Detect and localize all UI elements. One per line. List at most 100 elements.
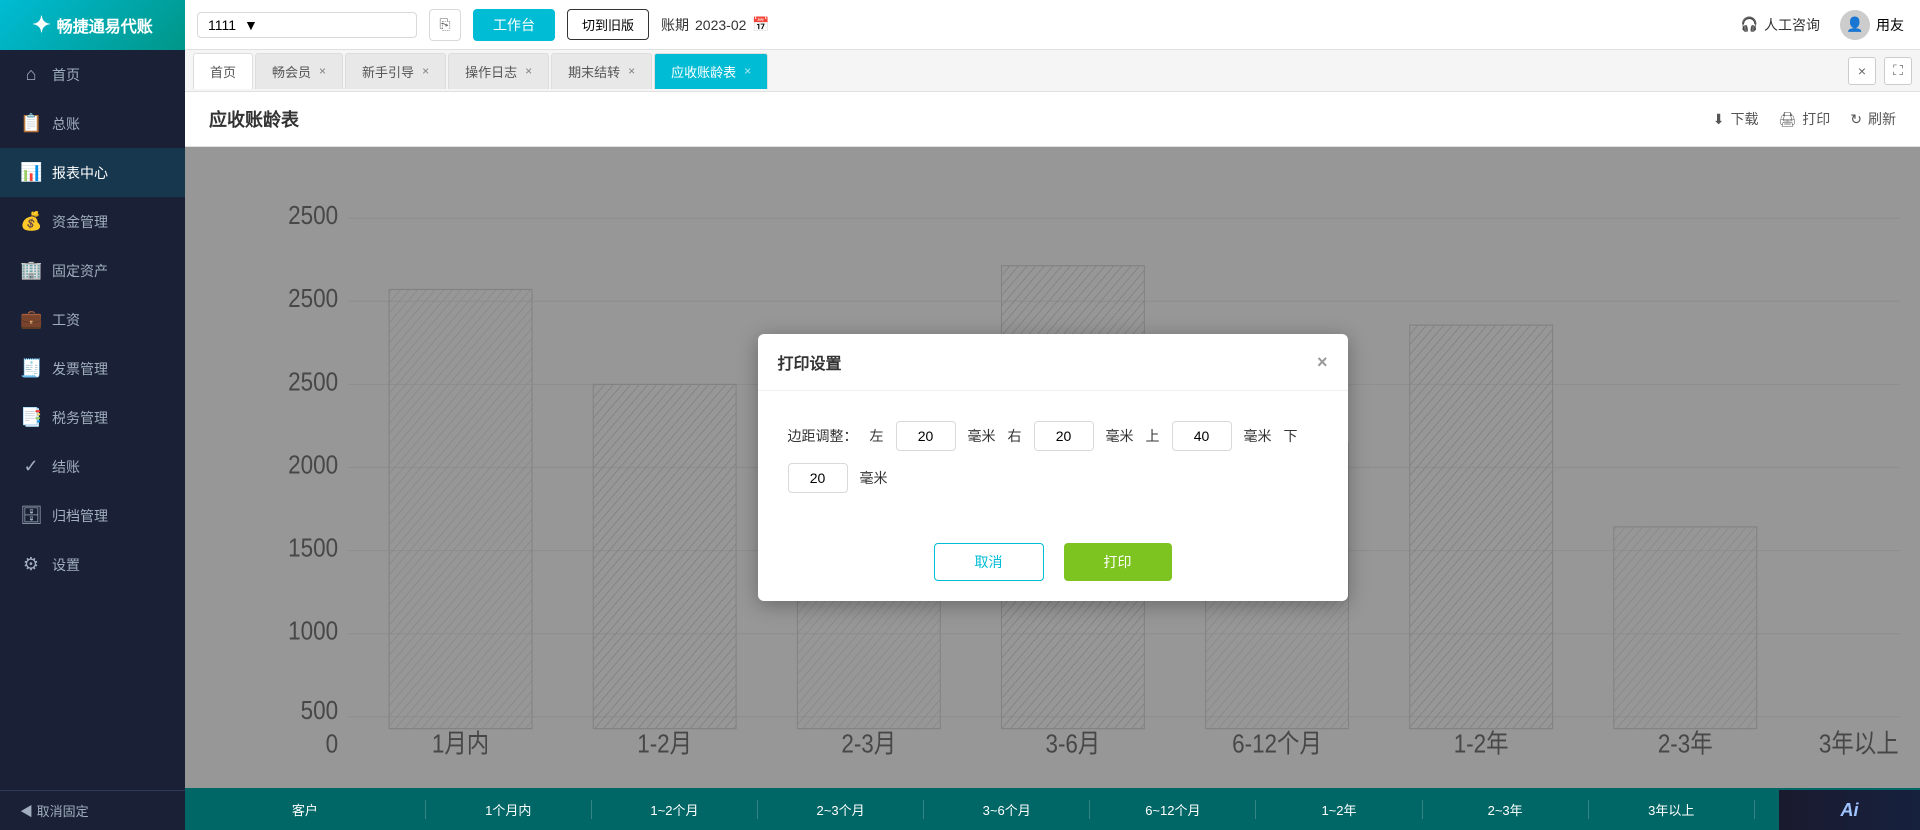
company-name: 1111: [208, 17, 236, 33]
page-title: 应收账龄表: [209, 106, 299, 132]
top-dir-label: 上: [1146, 426, 1160, 446]
tab-oplog[interactable]: 操作日志×: [448, 53, 549, 89]
sidebar-label-reports: 报表中心: [52, 163, 108, 183]
top-margin-input[interactable]: [1172, 421, 1232, 451]
sidebar-icon-funds: 💰: [20, 211, 42, 232]
print-button[interactable]: 🖨 打印: [1778, 109, 1830, 129]
bottom-dir-label: 下: [1284, 426, 1298, 446]
dropdown-icon: ▼: [244, 17, 258, 33]
right-margin-input[interactable]: [1034, 421, 1094, 451]
page-actions: ⬇ 下载 🖨 打印 ↻ 刷新: [1713, 109, 1896, 129]
cancel-button[interactable]: 取消: [934, 543, 1044, 581]
sidebar-icon-home: ⌂: [20, 64, 42, 85]
tab-guide[interactable]: 新手引导×: [345, 53, 446, 89]
tab-label-period_close: 期末结转: [568, 62, 620, 81]
copy-button[interactable]: ⎘: [429, 9, 461, 41]
sidebar-icon-ledger: 📋: [20, 113, 42, 134]
sidebar-icon-checkout: ✓: [20, 456, 42, 477]
ai-label: Ai: [1841, 800, 1859, 821]
dialog-header: 打印设置 ×: [758, 334, 1348, 391]
workbench-button[interactable]: 工作台: [473, 9, 555, 41]
copy-icon: ⎘: [439, 16, 450, 33]
refresh-button[interactable]: ↻ 刷新: [1850, 109, 1896, 129]
sidebar-icon-tax: 📑: [20, 407, 42, 428]
period-calendar-icon[interactable]: 📅: [752, 16, 769, 33]
logo-icon: ✦: [32, 12, 50, 38]
sidebar-icon-salary: 💼: [20, 309, 42, 330]
tab-member[interactable]: 畅会员 ×: [255, 53, 343, 89]
sidebar-item-settings[interactable]: ⚙ 设置: [0, 540, 185, 589]
th-1m: 1个月内: [426, 800, 592, 819]
tab-home[interactable]: 首页: [193, 53, 253, 89]
avatar: 👤: [1840, 10, 1870, 40]
th-customer: 客户: [185, 800, 426, 819]
dialog-close-button[interactable]: ×: [1317, 352, 1328, 373]
headset-icon: 🎧: [1741, 16, 1758, 33]
bottom-margin-input[interactable]: [788, 463, 848, 493]
right-dir-label: 右: [1008, 426, 1022, 446]
consult-button[interactable]: 🎧 人工咨询: [1741, 15, 1820, 35]
sidebar-scroll: ⌂ 首页 📋 总账 📊 报表中心 💰 资金管理 🏢 固定资产 💼 工资 🧾 发票…: [0, 50, 185, 790]
sidebar-item-ledger[interactable]: 📋 总账: [0, 99, 185, 148]
tab-close-button[interactable]: ×: [1848, 57, 1876, 85]
company-selector[interactable]: 1111 ▼: [197, 12, 417, 38]
sidebar-label-archive: 归档管理: [52, 506, 108, 526]
tab-label-member: 畅会员: [272, 62, 311, 81]
th-6-12m: 6~12个月: [1090, 800, 1256, 819]
sidebar-collapse-button[interactable]: ◀ 取消固定: [0, 790, 185, 830]
tab-period_close[interactable]: 期末结转 ×: [551, 53, 652, 89]
th-2-3y: 2~3年: [1423, 800, 1589, 819]
sidebar-label-tax: 税务管理: [52, 408, 108, 428]
page-content: 应收账龄表 ⬇ 下载 🖨 打印 ↻ 刷新: [185, 92, 1920, 830]
sidebar-item-salary[interactable]: 💼 工资: [0, 295, 185, 344]
sidebar-item-assets[interactable]: 🏢 固定资产: [0, 246, 185, 295]
dialog-footer: 取消 打印: [758, 523, 1348, 601]
sidebar-label-salary: 工资: [52, 310, 80, 330]
sidebar-item-checkout[interactable]: ✓ 结账: [0, 442, 185, 491]
sidebar-item-tax[interactable]: 📑 税务管理: [0, 393, 185, 442]
tab-close-oplog[interactable]: ×: [525, 64, 532, 78]
tabs-bar: 首页畅会员×新手引导×操作日志×期末结转×应收账龄表× × ⛶: [185, 50, 1920, 92]
sidebar-item-home[interactable]: ⌂ 首页: [0, 50, 185, 99]
tab-close-ar_aging[interactable]: ×: [744, 64, 751, 78]
tab-label-ar_aging: 应收账龄表: [671, 62, 736, 81]
tab-maximize-button[interactable]: ⛶: [1884, 57, 1912, 85]
th-3y-plus: 3年以上: [1589, 800, 1755, 819]
tab-close-member[interactable]: ×: [319, 64, 326, 78]
margin-label: 边距调整：: [788, 426, 858, 446]
sidebar-label-invoice: 发票管理: [52, 359, 108, 379]
dialog-body: 边距调整： 左 毫米 右 毫米 上 毫米 下: [758, 391, 1348, 523]
logo-text: 畅捷通易代账: [57, 13, 153, 37]
sidebar-label-funds: 资金管理: [52, 212, 108, 232]
tab-label-home: 首页: [210, 62, 236, 81]
switch-version-button[interactable]: 切到旧版: [567, 9, 649, 40]
sidebar-item-reports[interactable]: 📊 报表中心: [0, 148, 185, 197]
sidebar-item-funds[interactable]: 💰 资金管理: [0, 197, 185, 246]
sidebar-item-invoice[interactable]: 🧾 发票管理: [0, 344, 185, 393]
sidebar-item-archive[interactable]: 🗄 归档管理: [0, 491, 185, 540]
user-area[interactable]: 👤 用友: [1840, 10, 1904, 40]
sidebar-icon-assets: 🏢: [20, 260, 42, 281]
chart-area: 2500 2500 2500 2000 1500 1000 500 0: [185, 147, 1920, 788]
left-margin-input[interactable]: [896, 421, 956, 451]
tab-ar_aging[interactable]: 应收账龄表 ×: [654, 53, 768, 89]
sidebar: ⌂ 首页 📋 总账 📊 报表中心 💰 资金管理 🏢 固定资产 💼 工资 🧾 发票…: [0, 50, 185, 830]
page-header: 应收账龄表 ⬇ 下载 🖨 打印 ↻ 刷新: [185, 92, 1920, 147]
table-header: 客户 1个月内 1~2个月 2~3个月 3~6个月 6~12个月 1~2年 2~…: [185, 788, 1920, 830]
print-icon: 🖨: [1778, 111, 1796, 128]
sidebar-label-home: 首页: [52, 65, 80, 85]
right-unit-label: 毫米: [1106, 426, 1134, 446]
confirm-print-button[interactable]: 打印: [1064, 543, 1172, 581]
sidebar-label-assets: 固定资产: [52, 261, 108, 281]
print-settings-dialog: 打印设置 × 边距调整： 左 毫米 右 毫米: [758, 334, 1348, 601]
ai-badge: Ai: [1779, 790, 1920, 830]
th-1-2y: 1~2年: [1256, 800, 1422, 819]
content-area: 首页畅会员×新手引导×操作日志×期末结转×应收账龄表× × ⛶ 应收账龄表 ⬇ …: [185, 50, 1920, 830]
download-button[interactable]: ⬇ 下载: [1713, 109, 1759, 129]
tab-close-guide[interactable]: ×: [422, 64, 429, 78]
tab-close-period_close[interactable]: ×: [628, 64, 635, 78]
period-label: 账期: [661, 15, 689, 35]
dialog-overlay: 打印设置 × 边距调整： 左 毫米 右 毫米: [185, 147, 1920, 788]
refresh-icon: ↻: [1850, 111, 1862, 128]
tabs-right: × ⛶: [1848, 57, 1912, 85]
